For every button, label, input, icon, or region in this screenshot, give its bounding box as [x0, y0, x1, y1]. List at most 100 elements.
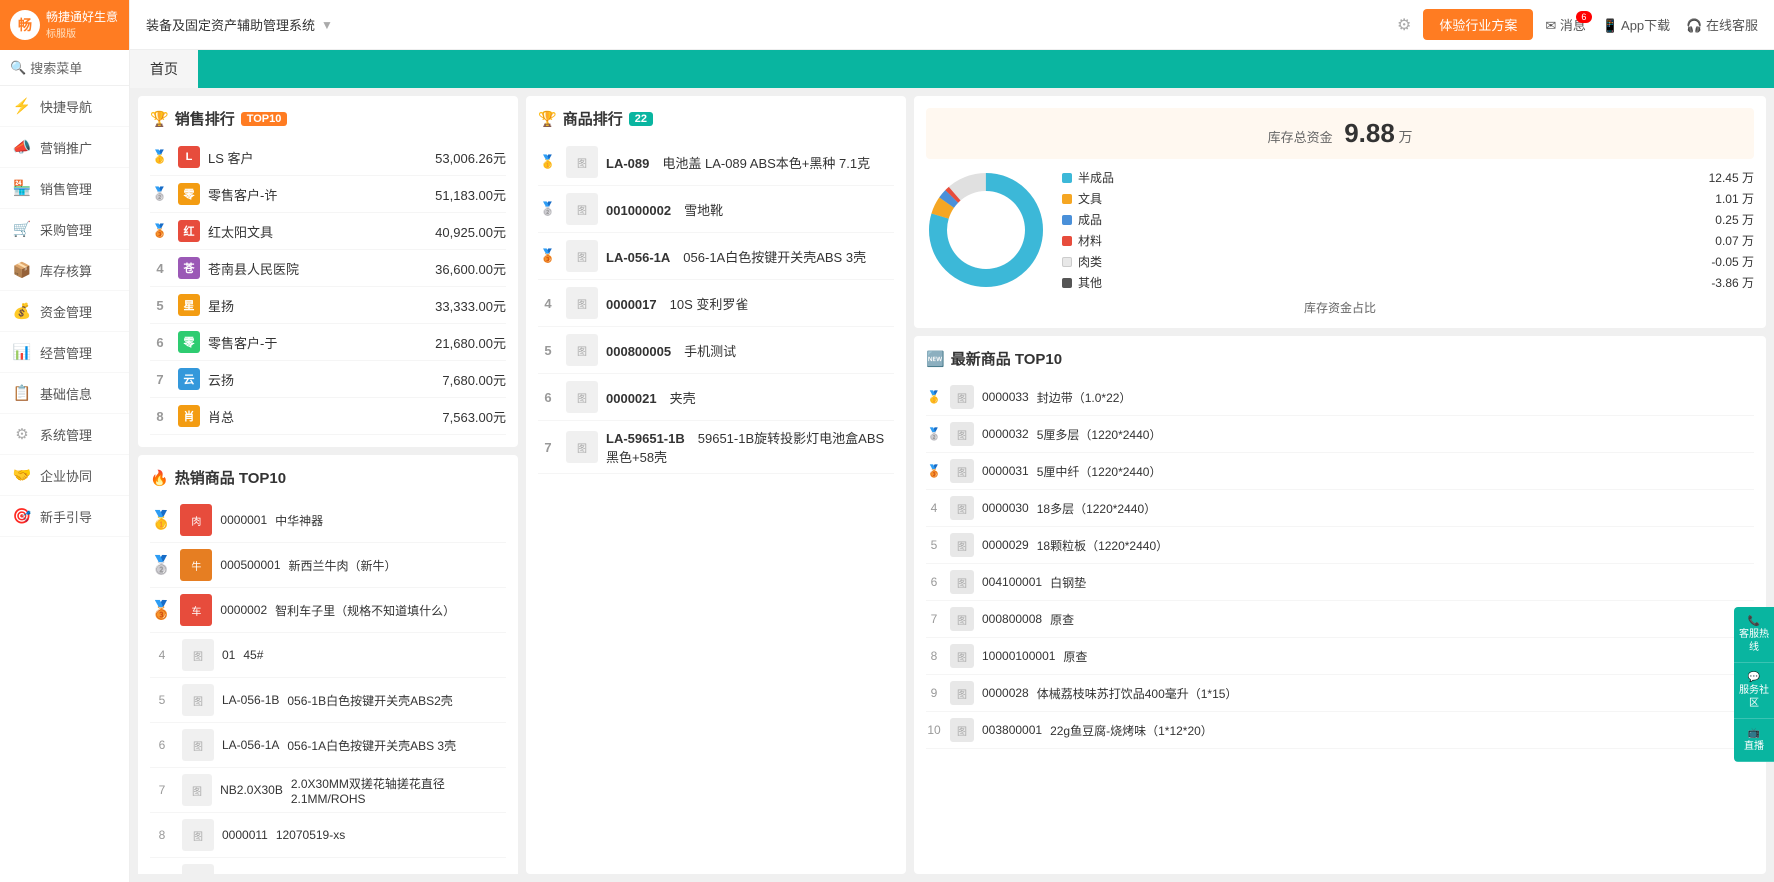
legend-dot-3 [1062, 215, 1072, 225]
latest-num-2: 🥈 [926, 427, 942, 441]
latest-code-1: 0000033 [982, 390, 1029, 404]
sidebar-item-jichu[interactable]: 📋 基础信息 [0, 373, 129, 414]
sidebar-item-caigou[interactable]: 🛒 采购管理 [0, 209, 129, 250]
prod-name-1: LA-089 电池盖 LA-089 ABS本色+黑种 7.1克 [606, 153, 894, 172]
latest-item-10: 10 图 003800001 22g鱼豆腐-烧烤味（1*12*20） [926, 712, 1754, 749]
latest-code-9: 0000028 [982, 686, 1029, 700]
try-button[interactable]: 体验行业方案 [1423, 9, 1533, 40]
rank-icon-4: 苍 [178, 257, 200, 279]
trophy2-icon: 🏆 [538, 110, 557, 128]
latest-img-2: 图 [950, 422, 974, 446]
rank-num-h7: 7 [150, 783, 174, 797]
latest-name-3: 5厘中纤（1220*2440） [1037, 463, 1162, 480]
rank-amount-8: 7,563.00元 [442, 407, 506, 426]
search-menu[interactable]: 🔍 搜索菜单 [0, 50, 129, 86]
prod-img-1: 图 [566, 146, 598, 178]
xiaoshou-icon: 🏪 [12, 178, 32, 198]
prod-name-6: 0000021 夹壳 [606, 388, 894, 407]
float-live[interactable]: 📺 直播 [1734, 719, 1774, 762]
tab-home[interactable]: 首页 [130, 50, 198, 88]
online-service[interactable]: 🎧 在线客服 [1686, 15, 1758, 34]
sales-ranking-title: 🏆 销售排行 TOP10 [150, 108, 506, 129]
rank-item: 8 肖 肖总 7,563.00元 [150, 398, 506, 435]
latest-code-8: 10000100001 [982, 649, 1055, 663]
hot-item-3: 🥉 车 0000002 智利车子里（规格不知道填什么） [150, 588, 506, 633]
sales-rank-list: 🥇 L LS 客户 53,006.26元 🥈 零 零售客户-许 51,183.0… [150, 139, 506, 435]
app-download[interactable]: 📱 App下载 [1602, 15, 1670, 34]
rank-amount-5: 33,333.00元 [435, 296, 506, 315]
product-code-8: 0000011 [222, 828, 268, 842]
latest-item-4: 4 图 0000030 18多层（1220*2440） [926, 490, 1754, 527]
rank-amount-2: 51,183.00元 [435, 185, 506, 204]
prod-name-4: 0000017 10S 变利罗雀 [606, 294, 894, 313]
prod-medal-3: 🥉 [538, 248, 558, 264]
logo-icon: 畅 [10, 10, 40, 40]
sidebar-item-kucun[interactable]: 📦 库存核算 [0, 250, 129, 291]
community-icon: 💬 [1748, 672, 1760, 683]
sidebar-item-yingxiao[interactable]: 📣 营销推广 [0, 127, 129, 168]
xinshou-icon: 🎯 [12, 506, 32, 526]
rank-num-h4: 4 [150, 648, 174, 662]
prod-medal-1: 🥇 [538, 154, 558, 170]
float-hotline[interactable]: 📞 客服热线 [1734, 607, 1774, 663]
sidebar-item-xitong[interactable]: ⚙ 系统管理 [0, 414, 129, 455]
sidebar-item-zijin[interactable]: 💰 资金管理 [0, 291, 129, 332]
message-icon: ✉ [1545, 18, 1556, 33]
latest-name-10: 22g鱼豆腐-烧烤味（1*12*20） [1050, 722, 1213, 739]
latest-code-4: 0000030 [982, 501, 1029, 515]
gear-icon[interactable]: ⚙ [1397, 15, 1411, 35]
sidebar: 畅 畅捷通好生意 标服版 🔍 搜索菜单 ⚡ 快捷导航 📣 营销推广 🏪 销售管理… [0, 0, 130, 882]
trophy-icon: 🏆 [150, 110, 169, 128]
product-code-1: 0000001 [220, 513, 267, 527]
dropdown-icon[interactable]: ▼ [321, 18, 333, 32]
system-name-text: 装备及固定资产辅助管理系统 [146, 15, 315, 34]
rank-num-5: 5 [150, 298, 170, 313]
sidebar-item-label: 基础信息 [40, 384, 92, 403]
panel-right: 库存总资金 9.88 万 [914, 96, 1766, 874]
product-img-5: 图 [182, 684, 214, 716]
rank-name-2: 零售客户-许 [208, 185, 427, 204]
rank-num-6: 6 [150, 335, 170, 350]
sidebar-item-label: 企业协同 [40, 466, 92, 485]
hot-item-2: 🥈 牛 000500001 新西兰牛肉（新牛） [150, 543, 506, 588]
sidebar-item-label: 新手引导 [40, 507, 92, 526]
latest-item-9: 9 图 0000028 体械荔枝味苏打饮品400毫升（1*15） [926, 675, 1754, 712]
sidebar-item-label: 资金管理 [40, 302, 92, 321]
legend-banchenpin: 半成品 12.45 万 [1062, 169, 1754, 186]
product-rank-item-6: 6 图 0000021 夹壳 [538, 374, 894, 421]
rank-amount-3: 40,925.00元 [435, 222, 506, 241]
hot-item-4: 4 图 01 45# [150, 633, 506, 678]
latest-img-9: 图 [950, 681, 974, 705]
sidebar-item-xinshou[interactable]: 🎯 新手引导 [0, 496, 129, 537]
message-badge[interactable]: ✉ 6 消息 [1545, 15, 1586, 34]
product-rank-item-7: 7 图 LA-59651-1B 59651-1B旋转投影灯电池盒ABS黑色+58… [538, 421, 894, 474]
latest-img-8: 图 [950, 644, 974, 668]
product-rank-item-3: 🥉 图 LA-056-1A 056-1A白色按键开关壳ABS 3壳 [538, 233, 894, 280]
rank-num-h6: 6 [150, 738, 174, 752]
rank-item: 4 苍 苍南县人民医院 36,600.00元 [150, 250, 506, 287]
medal-2: 🥈 [150, 555, 172, 576]
prod-img-7: 图 [566, 431, 598, 463]
hot-products-card: 🔥 热销商品 TOP10 🥇 肉 0000001 中华神器 🥈 牛 000500… [138, 455, 518, 874]
product-code-6: LA-056-1A [222, 738, 279, 752]
float-community[interactable]: 💬 服务社区 [1734, 663, 1774, 719]
topbar-right: ✉ 6 消息 📱 App下载 🎧 在线客服 [1545, 15, 1758, 34]
rank-item: 🥇 L LS 客户 53,006.26元 [150, 139, 506, 176]
sidebar-item-kuaijie[interactable]: ⚡ 快捷导航 [0, 86, 129, 127]
latest-code-10: 003800001 [982, 723, 1042, 737]
sidebar-item-jingying[interactable]: 📊 经营管理 [0, 332, 129, 373]
inventory-card: 库存总资金 9.88 万 [914, 96, 1766, 328]
rank-num-4: 4 [150, 261, 170, 276]
inventory-legend: 半成品 12.45 万 文具 1.01 万 成品 0.25 万 [1062, 169, 1754, 291]
sidebar-item-xiaoshou[interactable]: 🏪 销售管理 [0, 168, 129, 209]
product-name-6: 056-1A白色按键开关壳ABS 3壳 [287, 737, 456, 754]
inventory-footer: 库存资金占比 [926, 299, 1754, 316]
sidebar-item-qiye[interactable]: 🤝 企业协同 [0, 455, 129, 496]
search-label: 搜索菜单 [30, 58, 82, 77]
rank-icon-5: 星 [178, 294, 200, 316]
legend-dot-4 [1062, 236, 1072, 246]
product-img-2: 牛 [180, 549, 212, 581]
latest-num-8: 8 [926, 649, 942, 663]
rank-icon-3: 红 [178, 220, 200, 242]
product-img-1: 肉 [180, 504, 212, 536]
